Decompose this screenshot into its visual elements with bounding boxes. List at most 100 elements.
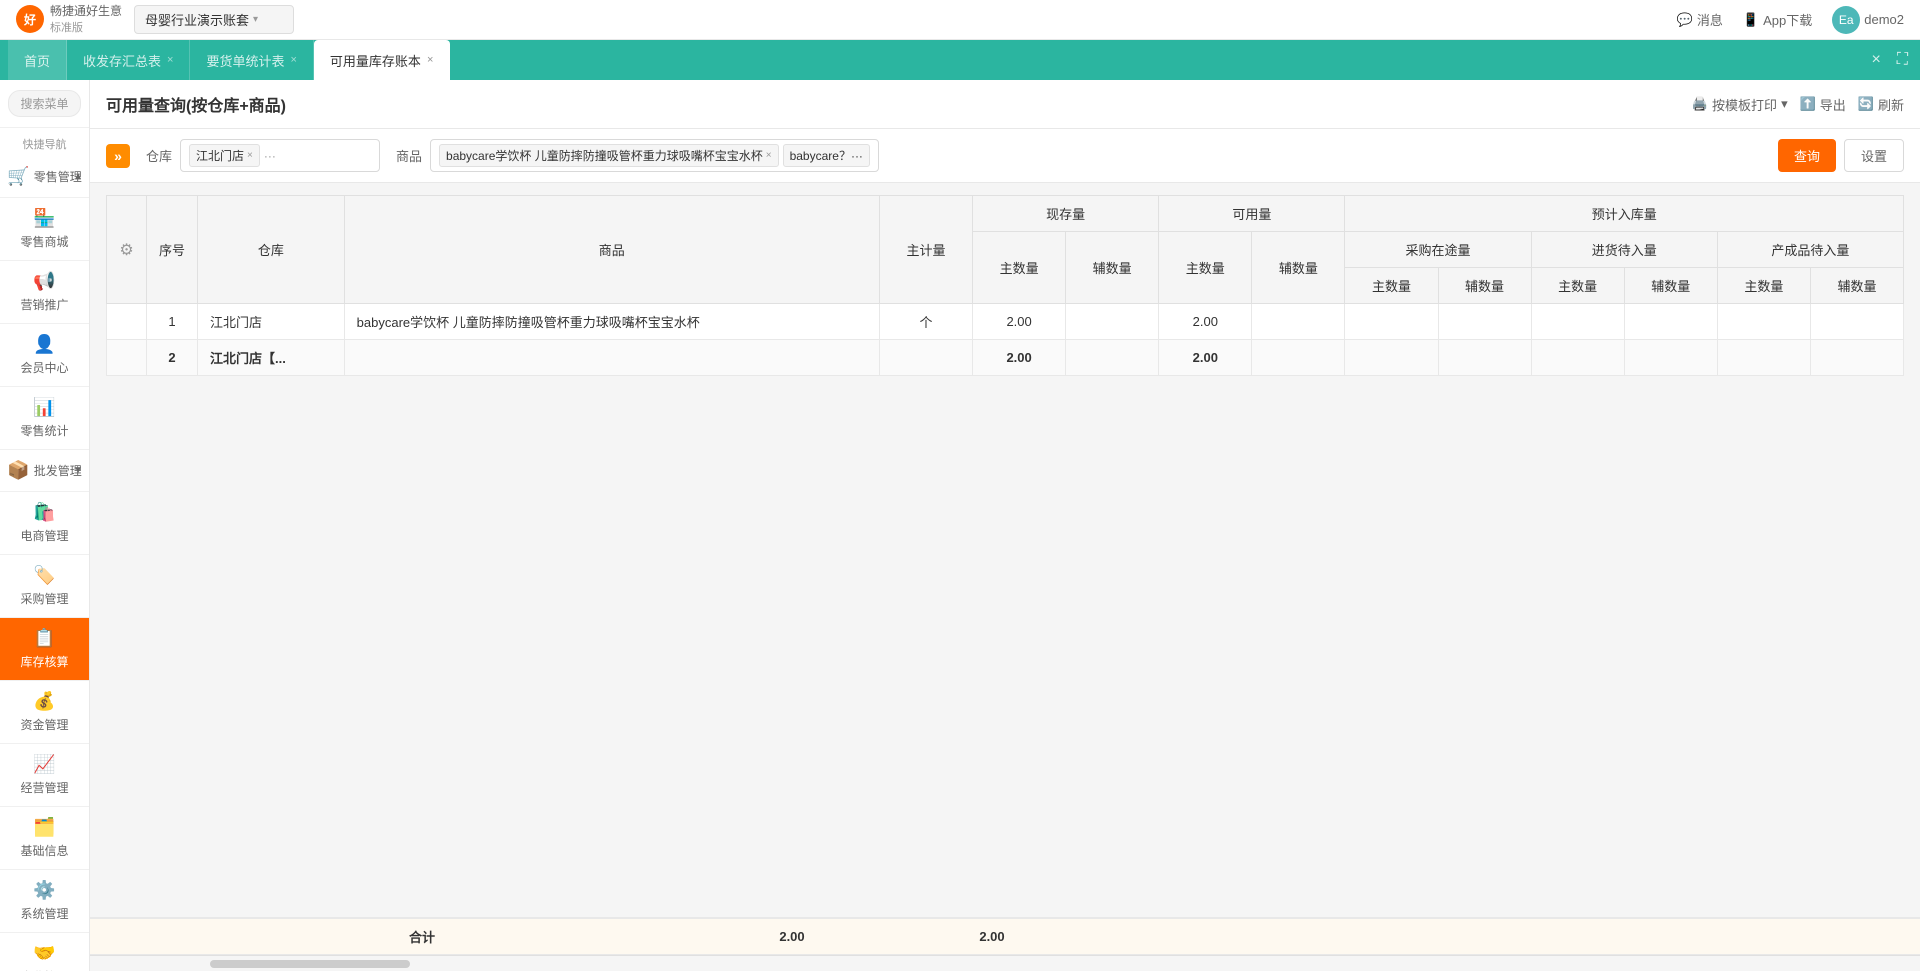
- template-print-icon: 🖨️: [1692, 96, 1708, 112]
- sidebar-item-member-center[interactable]: 👤 会员中心: [0, 324, 89, 387]
- chevron-down-icon: ▼: [73, 465, 83, 476]
- sidebar-item-inventory-check[interactable]: 📋 库存核算: [0, 618, 89, 681]
- template-print-button[interactable]: 🖨️ 按模板打印 ▾: [1692, 95, 1788, 114]
- th-purchase-arriving-aux: 辅数量: [1624, 268, 1717, 304]
- th-purchase-arriving-main: 主数量: [1531, 268, 1624, 304]
- th-current-stock-main: 主数量: [973, 232, 1066, 304]
- sidebar-item-purchase-mgmt-label: 采购管理: [20, 590, 68, 607]
- warehouse-more-icon[interactable]: ···: [264, 149, 276, 163]
- retail-mall-icon: 🏪: [33, 208, 55, 229]
- sidebar-item-operations-mgmt[interactable]: 📈 经营管理: [0, 744, 89, 807]
- tab-receipt-summary-close[interactable]: ×: [167, 54, 173, 66]
- app-download-label: App下载: [1763, 10, 1812, 29]
- th-expected-inbound: 预计入库量: [1345, 196, 1904, 232]
- product-tag-short-text: babycare？···: [790, 147, 863, 164]
- sidebar-item-retail-mall-label: 零售商城: [20, 233, 68, 250]
- message-action[interactable]: 💬 消息: [1677, 10, 1723, 29]
- warehouse-tag-close[interactable]: ×: [247, 150, 253, 161]
- logo-text: 畅捷通好生意: [50, 4, 122, 18]
- th-purchase-transit-main: 主数量: [1345, 268, 1438, 304]
- th-purchase-in-transit: 采购在途量: [1345, 232, 1531, 268]
- sidebar-item-retail-mall[interactable]: 🏪 零售商城: [0, 198, 89, 261]
- user-action[interactable]: Ea demo2: [1832, 6, 1904, 34]
- data-table: ⚙ 序号 仓库 商品 主计量 现存量 可用量 预计入库量 主数量 辅数量 主数量: [106, 195, 1904, 376]
- th-available: 可用量: [1159, 196, 1345, 232]
- th-settings: ⚙: [107, 196, 147, 304]
- tab-order-stats-close[interactable]: ×: [290, 54, 296, 66]
- horizontal-scrollbar[interactable]: [210, 960, 410, 968]
- sidebar-search[interactable]: 搜索菜单: [0, 80, 89, 128]
- close-all-button[interactable]: ×: [1867, 47, 1884, 73]
- row1-warehouse: 江北门店: [198, 304, 345, 340]
- table-row: 1 江北门店 babycare学饮杯 儿童防摔防撞吸管杯重力球吸嘴杯宝宝水杯 个…: [107, 304, 1904, 340]
- sidebar-item-wholesale-mgmt[interactable]: 📦 批发管理 ▼: [0, 450, 89, 492]
- maximize-button[interactable]: ⛶: [1893, 47, 1912, 73]
- th-seq: 序号: [147, 196, 198, 304]
- logo-area: 好 畅捷通好生意 标准版: [16, 4, 122, 34]
- export-icon: ⬆️: [1800, 96, 1816, 112]
- warehouse-label: 仓库: [146, 146, 172, 165]
- warehouse-filter-input[interactable]: 江北门店 × ···: [180, 139, 380, 172]
- row2-available-aux: [1252, 340, 1345, 376]
- sidebar-item-marketing-label: 营销推广: [20, 296, 68, 313]
- search-input[interactable]: 搜索菜单: [8, 90, 81, 117]
- refresh-button[interactable]: 🔄 刷新: [1858, 95, 1904, 114]
- settings-button[interactable]: 设置: [1844, 139, 1904, 172]
- product-filter-group: 商品 babycare学饮杯 儿童防摔防撞吸管杯重力球吸嘴杯宝宝水杯 × bab…: [396, 139, 879, 172]
- product-filter-input[interactable]: babycare学饮杯 儿童防摔防撞吸管杯重力球吸嘴杯宝宝水杯 × babyca…: [430, 139, 879, 172]
- scroll-bar-area: [90, 955, 1920, 971]
- member-center-icon: 👤: [33, 334, 55, 355]
- logo-icon: 好: [16, 5, 44, 33]
- sidebar-item-enterprise-collab[interactable]: 🤝 企业协同: [0, 933, 89, 971]
- tab-receipt-summary[interactable]: 收发存汇总表 ×: [67, 40, 190, 80]
- sidebar-item-system-mgmt[interactable]: ⚙️ 系统管理: [0, 870, 89, 933]
- sidebar-item-member-center-label: 会员中心: [20, 359, 68, 376]
- sidebar-item-ecommerce-mgmt-label: 电商管理: [20, 527, 68, 544]
- refresh-icon: 🔄: [1858, 96, 1874, 112]
- tenant-selector[interactable]: 母婴行业演示账套 ▾: [134, 5, 294, 34]
- warehouse-tag-text: 江北门店: [196, 147, 244, 164]
- table-footer: 合计 2.00 2.00: [90, 917, 1920, 955]
- username-label: demo2: [1864, 12, 1904, 27]
- row2-main-unit: [879, 340, 972, 376]
- tab-available-stock-close[interactable]: ×: [427, 54, 433, 66]
- product-tag-1: babycare学饮杯 儿童防摔防撞吸管杯重力球吸嘴杯宝宝水杯 ×: [439, 144, 779, 167]
- sidebar-item-purchase-mgmt[interactable]: 🏷️ 采购管理: [0, 555, 89, 618]
- th-purchase-arriving: 进货待入量: [1531, 232, 1717, 268]
- sidebar-item-ecommerce-mgmt[interactable]: 🛍️ 电商管理: [0, 492, 89, 555]
- tab-order-stats[interactable]: 要货单统计表 ×: [190, 40, 313, 80]
- th-product: 商品: [344, 196, 879, 304]
- footer-available-main: 2.00: [942, 929, 1042, 944]
- th-purchase-transit-aux: 辅数量: [1438, 268, 1531, 304]
- main-layout: 搜索菜单 快捷导航 🛒 零售管理 ▲ 🏪 零售商城 📢 营销推广 👤 会员中心 …: [0, 80, 1920, 971]
- tab-home[interactable]: 首页: [8, 40, 67, 80]
- row2-purchase-arriving-aux: [1624, 340, 1717, 376]
- export-button[interactable]: ⬆️ 导出: [1800, 95, 1846, 114]
- nav-tabs: 首页 收发存汇总表 × 要货单统计表 × 可用量库存账本 × × ⛶: [0, 40, 1920, 80]
- row2-current-stock-aux: [1066, 340, 1159, 376]
- sidebar-item-retail-stats[interactable]: 📊 零售统计: [0, 387, 89, 450]
- th-warehouse: 仓库: [198, 196, 345, 304]
- product-tag-1-text: babycare学饮杯 儿童防摔防撞吸管杯重力球吸嘴杯宝宝水杯: [446, 147, 763, 164]
- operations-mgmt-icon: 📈: [33, 754, 55, 775]
- row2-settings: [107, 340, 147, 376]
- row1-purchase-arriving-main: [1531, 304, 1624, 340]
- table-settings-icon[interactable]: ⚙: [119, 242, 133, 259]
- sidebar-nav-label[interactable]: 快捷导航: [0, 128, 89, 156]
- query-button[interactable]: 查询: [1778, 139, 1836, 172]
- sidebar-item-basic-info[interactable]: 🗂️ 基础信息: [0, 807, 89, 870]
- expand-button[interactable]: »: [106, 144, 130, 168]
- sidebar-item-inventory-check-label: 库存核算: [20, 653, 68, 670]
- template-arrow-icon: ▾: [1781, 96, 1788, 112]
- app-download-action[interactable]: 📱 App下载: [1743, 10, 1812, 29]
- th-main-unit: 主计量: [879, 196, 972, 304]
- row1-available-main: 2.00: [1159, 304, 1252, 340]
- th-available-aux: 辅数量: [1252, 232, 1345, 304]
- tab-available-stock[interactable]: 可用量库存账本 ×: [314, 40, 450, 80]
- logo-text-group: 畅捷通好生意 标准版: [50, 4, 122, 34]
- product-tag-1-close[interactable]: ×: [766, 150, 772, 161]
- sidebar-item-finance-mgmt[interactable]: 💰 资金管理: [0, 681, 89, 744]
- enterprise-collab-icon: 🤝: [33, 943, 55, 964]
- sidebar-item-retail-mgmt[interactable]: 🛒 零售管理 ▲: [0, 156, 89, 198]
- sidebar-item-marketing[interactable]: 📢 营销推广: [0, 261, 89, 324]
